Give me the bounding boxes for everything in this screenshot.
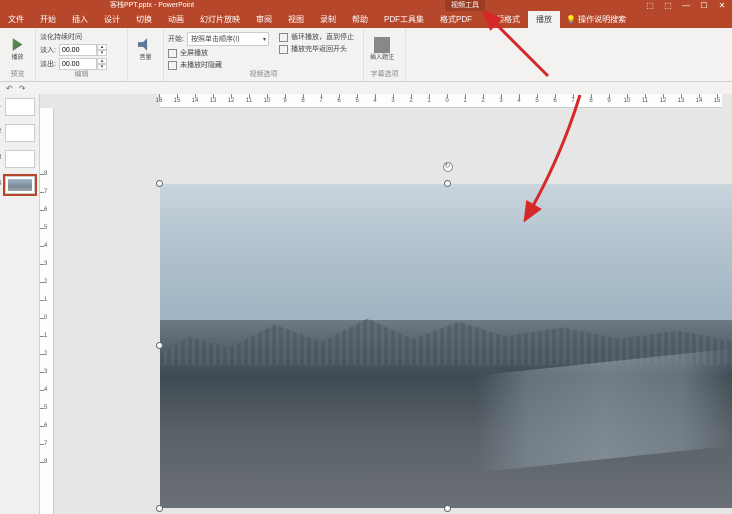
loop-checkbox[interactable] <box>279 33 288 42</box>
rotate-handle[interactable] <box>443 162 453 172</box>
redo-icon[interactable]: ↷ <box>19 84 26 93</box>
ribbon-group-volume: 音量 <box>128 28 164 81</box>
resize-handle-ml[interactable] <box>156 342 163 349</box>
tab-4[interactable]: 切换 <box>128 11 160 28</box>
tab-12[interactable]: 格式PDF <box>432 11 480 28</box>
tab-11[interactable]: PDF工具集 <box>376 11 432 28</box>
resize-handle-tl[interactable] <box>156 180 163 187</box>
tab-6[interactable]: 幻灯片放映 <box>192 11 248 28</box>
tab-3[interactable]: 设计 <box>96 11 128 28</box>
play-icon <box>10 37 26 53</box>
tab-5[interactable]: 动画 <box>160 11 192 28</box>
tab-7[interactable]: 审阅 <box>248 11 280 28</box>
maximize-button[interactable]: ☐ <box>699 1 709 10</box>
ribbon-options-icon[interactable]: ⬚ <box>663 1 673 10</box>
fade-in-label: 淡入: <box>40 45 56 55</box>
group-label-caption: 字幕选项 <box>364 69 405 79</box>
resize-handle-mt[interactable] <box>444 180 451 187</box>
fullscreen-checkbox[interactable] <box>168 49 177 58</box>
window-controls: ⬚ ⬚ — ☐ ✕ <box>645 1 727 10</box>
thumb-number: 3 <box>0 154 1 161</box>
loop-label: 循环播放，直到停止 <box>291 32 354 42</box>
fade-out-label: 淡出: <box>40 59 56 69</box>
thumb-number: 4 <box>0 180 1 187</box>
tab-8[interactable]: 视图 <box>280 11 312 28</box>
tab-2[interactable]: 插入 <box>64 11 96 28</box>
tab-1[interactable]: 开始 <box>32 11 64 28</box>
close-button[interactable]: ✕ <box>717 1 727 10</box>
group-label-video-options: 视频选项 <box>164 69 363 79</box>
minimize-button[interactable]: — <box>681 1 691 10</box>
ribbon-tab-bar: 文件开始插入设计切换动画幻灯片放映审阅视图录制帮助PDF工具集格式PDF视频格式… <box>0 10 732 28</box>
group-label-edit: 编辑 <box>36 69 127 79</box>
volume-icon <box>138 37 154 53</box>
title-bar: 客栈PPT.pptx - PowerPoint 视频工具 ⬚ ⬚ — ☐ ✕ <box>0 0 732 10</box>
slide-canvas-area[interactable]: 1615141312111098765432101234567891011121… <box>40 94 732 514</box>
fade-in-spinner[interactable]: ▴▾ <box>59 44 107 56</box>
fade-in-input[interactable] <box>59 44 97 56</box>
slide-thumb-3[interactable]: 3 <box>5 150 35 168</box>
fade-title: 淡化持续时间 <box>40 32 107 42</box>
tab-9[interactable]: 录制 <box>312 11 344 28</box>
resize-handle-bl[interactable] <box>156 505 163 512</box>
ribbon-group-video-options: 开始: 按照单击顺序(I) 全屏播放 未播放时隐藏 循环播放，直到停止 <box>164 28 364 81</box>
fullscreen-label: 全屏播放 <box>180 48 208 58</box>
slide-thumb-4[interactable]: 4 <box>5 176 35 194</box>
tell-me-search[interactable]: 💡 操作说明搜索 <box>566 14 626 25</box>
start-label: 开始: <box>168 34 184 44</box>
thumb-number: 2 <box>0 128 1 135</box>
quick-access-row: ↶ ↷ <box>0 82 732 94</box>
video-object[interactable] <box>160 184 732 508</box>
play-button[interactable]: 播放 <box>4 30 31 68</box>
undo-icon[interactable]: ↶ <box>6 84 13 93</box>
ribbon-group-caption: 插入题注 字幕选项 <box>364 28 406 81</box>
tab-10[interactable]: 帮助 <box>344 11 376 28</box>
spin-down-icon[interactable]: ▾ <box>97 50 107 56</box>
contextual-tab-label: 视频工具 <box>445 0 485 11</box>
tab-0[interactable]: 文件 <box>0 11 32 28</box>
vertical-ruler: 87654321012345678 <box>40 108 54 514</box>
rewind-checkbox[interactable] <box>279 45 288 54</box>
start-dropdown[interactable]: 按照单击顺序(I) <box>187 32 269 46</box>
caption-icon <box>374 37 390 53</box>
tab-13[interactable]: 视频格式 <box>480 11 528 28</box>
tab-14[interactable]: 播放 <box>528 11 560 28</box>
document-title: 客栈PPT.pptx - PowerPoint <box>110 0 194 10</box>
thumb-number: 1 <box>0 102 1 109</box>
video-frame-content <box>160 184 732 508</box>
insert-caption-button[interactable]: 插入题注 <box>368 30 396 68</box>
rewind-label: 播放完毕返回开头 <box>291 44 347 54</box>
volume-button[interactable]: 音量 <box>132 30 159 68</box>
account-icon[interactable]: ⬚ <box>645 1 655 10</box>
ribbon-group-preview: 播放 预览 <box>0 28 36 81</box>
group-label-preview: 预览 <box>0 69 35 79</box>
ribbon: 播放 预览 淡化持续时间 淡入: ▴▾ 淡出: ▴▾ <box>0 28 732 82</box>
slide-thumb-2[interactable]: 2 <box>5 124 35 142</box>
horizontal-ruler: 1615141312111098765432101234567891011121… <box>160 94 722 108</box>
slide-thumb-1[interactable]: 1 <box>5 98 35 116</box>
resize-handle-mb[interactable] <box>444 505 451 512</box>
slide-thumbnail-pane[interactable]: 1 2 3 4 <box>0 94 40 514</box>
workspace: 1 2 3 4 16151413121110987654321012345678910… <box>0 94 732 514</box>
ribbon-group-edit: 淡化持续时间 淡入: ▴▾ 淡出: ▴▾ 编辑 <box>36 28 128 81</box>
